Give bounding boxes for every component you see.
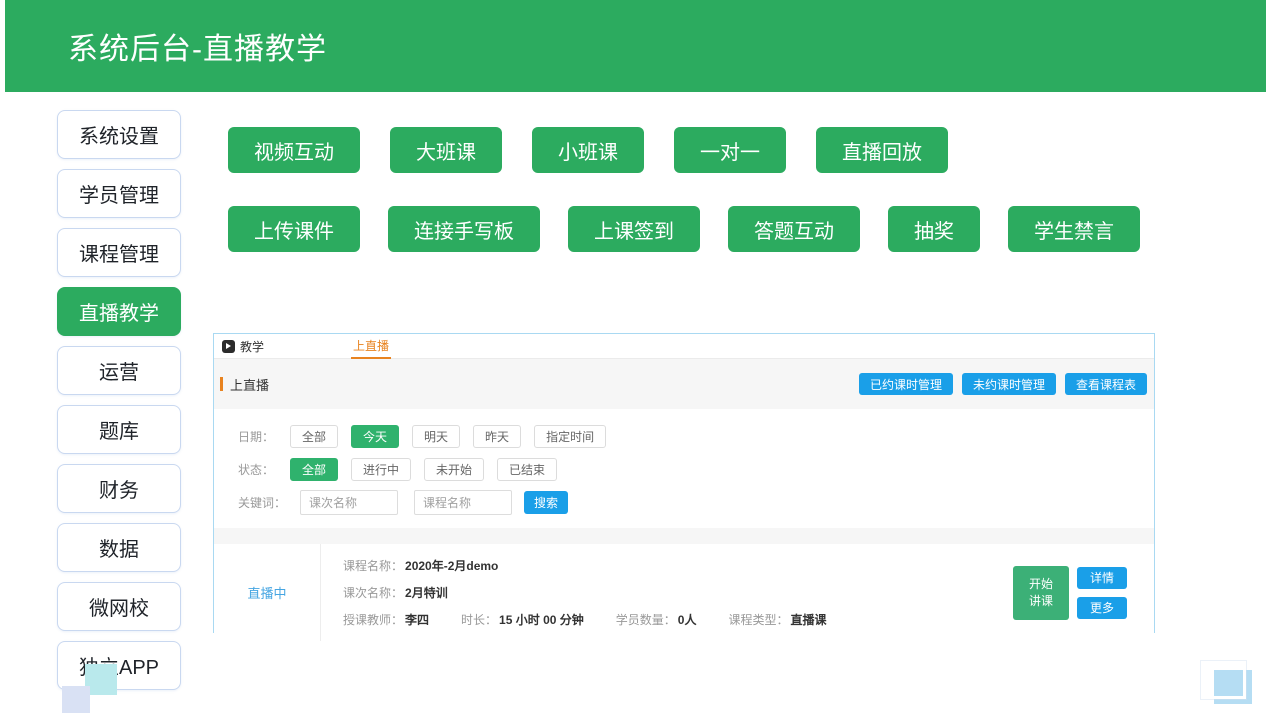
video-interaction-button[interactable]: 视频互动 bbox=[228, 127, 360, 173]
date-filter-today[interactable]: 今天 bbox=[351, 425, 399, 448]
more-button[interactable]: 更多 bbox=[1077, 597, 1127, 619]
course-name-value: 2020年-2月demo bbox=[405, 557, 498, 574]
connect-tablet-button[interactable]: 连接手写板 bbox=[388, 206, 540, 252]
secondary-actions: 详情 更多 bbox=[1077, 567, 1127, 619]
duration-value: 15 小时 00 分钟 bbox=[499, 611, 584, 628]
date-filter-custom[interactable]: 指定时间 bbox=[534, 425, 606, 448]
lesson-name-value: 2月特训 bbox=[405, 584, 448, 601]
start-teaching-button[interactable]: 开始 讲课 bbox=[1013, 566, 1069, 620]
course-type-label: 课程类型： bbox=[728, 611, 788, 628]
date-filter-row: 日期： 全部 今天 明天 昨天 指定时间 bbox=[238, 424, 1154, 449]
filter-card: 日期： 全部 今天 明天 昨天 指定时间 状态： 全部 进行中 未开始 已结束 … bbox=[214, 409, 1154, 528]
feature-row-2: 上传课件 连接手写板 上课签到 答题互动 抽奖 学生禁言 bbox=[228, 206, 1178, 252]
detail-button[interactable]: 详情 bbox=[1077, 567, 1127, 589]
date-filter-label: 日期： bbox=[238, 428, 290, 445]
status-filter-not-started[interactable]: 未开始 bbox=[424, 458, 484, 481]
course-row: 直播中 课程名称： 2020年-2月demo 课次名称： 2月特训 授课教师：李… bbox=[214, 544, 1154, 641]
play-icon bbox=[222, 340, 235, 353]
one-on-one-button[interactable]: 一对一 bbox=[674, 127, 786, 173]
sidebar-item-system-settings[interactable]: 系统设置 bbox=[57, 110, 181, 159]
sidebar: 系统设置 学员管理 课程管理 直播教学 运营 题库 财务 数据 微网校 独立AP… bbox=[57, 110, 181, 700]
feature-row-1: 视频互动 大班课 小班课 一对一 直播回放 bbox=[228, 127, 1178, 173]
lesson-name-label: 课次名称： bbox=[343, 584, 403, 601]
search-button[interactable]: 搜索 bbox=[524, 491, 568, 514]
panel-tabbar: 教学 上直播 bbox=[214, 334, 1154, 359]
mute-students-button[interactable]: 学生禁言 bbox=[1008, 206, 1140, 252]
status-filter-all[interactable]: 全部 bbox=[290, 458, 338, 481]
sidebar-item-operations[interactable]: 运营 bbox=[57, 346, 181, 395]
teacher-value: 李四 bbox=[405, 611, 429, 628]
lottery-button[interactable]: 抽奖 bbox=[888, 206, 980, 252]
date-filter-all[interactable]: 全部 bbox=[290, 425, 338, 448]
quiz-interaction-button[interactable]: 答题互动 bbox=[728, 206, 860, 252]
keyword-filter-row: 关键词： 搜索 bbox=[238, 490, 1154, 515]
view-schedule-button[interactable]: 查看课程表 bbox=[1065, 373, 1147, 395]
unbooked-hours-button[interactable]: 未约课时管理 bbox=[962, 373, 1056, 395]
date-filter-tomorrow[interactable]: 明天 bbox=[412, 425, 460, 448]
duration-label: 时长： bbox=[461, 611, 497, 628]
large-class-button[interactable]: 大班课 bbox=[390, 127, 502, 173]
section-title: 上直播 bbox=[230, 375, 269, 394]
student-count-value: 0人 bbox=[678, 611, 697, 628]
live-class-panel: 教学 上直播 上直播 已约课时管理 未约课时管理 查看课程表 日期： 全部 今天… bbox=[213, 333, 1155, 633]
section-actions: 已约课时管理 未约课时管理 查看课程表 bbox=[859, 373, 1147, 395]
sidebar-item-standalone-app[interactable]: 独立APP bbox=[57, 641, 181, 690]
status-filter-ended[interactable]: 已结束 bbox=[497, 458, 557, 481]
course-actions: 开始 讲课 详情 更多 bbox=[1013, 566, 1154, 620]
small-class-button[interactable]: 小班课 bbox=[532, 127, 644, 173]
page-header: 系统后台-直播教学 bbox=[5, 0, 1266, 92]
lesson-name-input[interactable] bbox=[300, 490, 398, 515]
tab-go-live[interactable]: 上直播 bbox=[353, 334, 389, 359]
feature-buttons: 视频互动 大班课 小班课 一对一 直播回放 上传课件 连接手写板 上课签到 答题… bbox=[228, 127, 1178, 285]
booked-hours-button[interactable]: 已约课时管理 bbox=[859, 373, 953, 395]
app-label: 教学 bbox=[240, 338, 264, 355]
sidebar-item-question-bank[interactable]: 题库 bbox=[57, 405, 181, 454]
student-count-label: 学员数量： bbox=[616, 611, 676, 628]
course-meta-line: 授课教师：李四 时长：15 小时 00 分钟 学员数量：0人 课程类型：直播课 bbox=[343, 606, 1013, 633]
decor-square-outline bbox=[1201, 661, 1246, 699]
course-details: 课程名称： 2020年-2月demo 课次名称： 2月特训 授课教师：李四 时长… bbox=[321, 552, 1013, 633]
course-name-input[interactable] bbox=[414, 490, 512, 515]
course-type-value: 直播课 bbox=[790, 611, 826, 628]
sidebar-item-finance[interactable]: 财务 bbox=[57, 464, 181, 513]
class-checkin-button[interactable]: 上课签到 bbox=[568, 206, 700, 252]
sidebar-item-course-management[interactable]: 课程管理 bbox=[57, 228, 181, 277]
sidebar-item-student-management[interactable]: 学员管理 bbox=[57, 169, 181, 218]
section-header: 上直播 已约课时管理 未约课时管理 查看课程表 bbox=[214, 359, 1154, 409]
keyword-filter-label: 关键词： bbox=[238, 494, 300, 511]
page-title: 系统后台-直播教学 bbox=[68, 24, 327, 68]
accent-bar bbox=[220, 377, 223, 391]
course-status-col: 直播中 bbox=[214, 544, 321, 641]
decor-square-lavender bbox=[62, 686, 90, 713]
lesson-name-line: 课次名称： 2月特训 bbox=[343, 579, 1013, 606]
live-replay-button[interactable]: 直播回放 bbox=[816, 127, 948, 173]
status-filter-ongoing[interactable]: 进行中 bbox=[351, 458, 411, 481]
course-name-line: 课程名称： 2020年-2月demo bbox=[343, 552, 1013, 579]
live-status-badge: 直播中 bbox=[247, 583, 286, 602]
upload-courseware-button[interactable]: 上传课件 bbox=[228, 206, 360, 252]
status-filter-row: 状态： 全部 进行中 未开始 已结束 bbox=[238, 457, 1154, 482]
status-filter-label: 状态： bbox=[238, 461, 290, 478]
date-filter-yesterday[interactable]: 昨天 bbox=[473, 425, 521, 448]
sidebar-item-data[interactable]: 数据 bbox=[57, 523, 181, 572]
sidebar-item-live-teaching[interactable]: 直播教学 bbox=[57, 287, 181, 336]
teacher-label: 授课教师： bbox=[343, 611, 403, 628]
course-name-label: 课程名称： bbox=[343, 557, 403, 574]
sidebar-item-micro-school[interactable]: 微网校 bbox=[57, 582, 181, 631]
